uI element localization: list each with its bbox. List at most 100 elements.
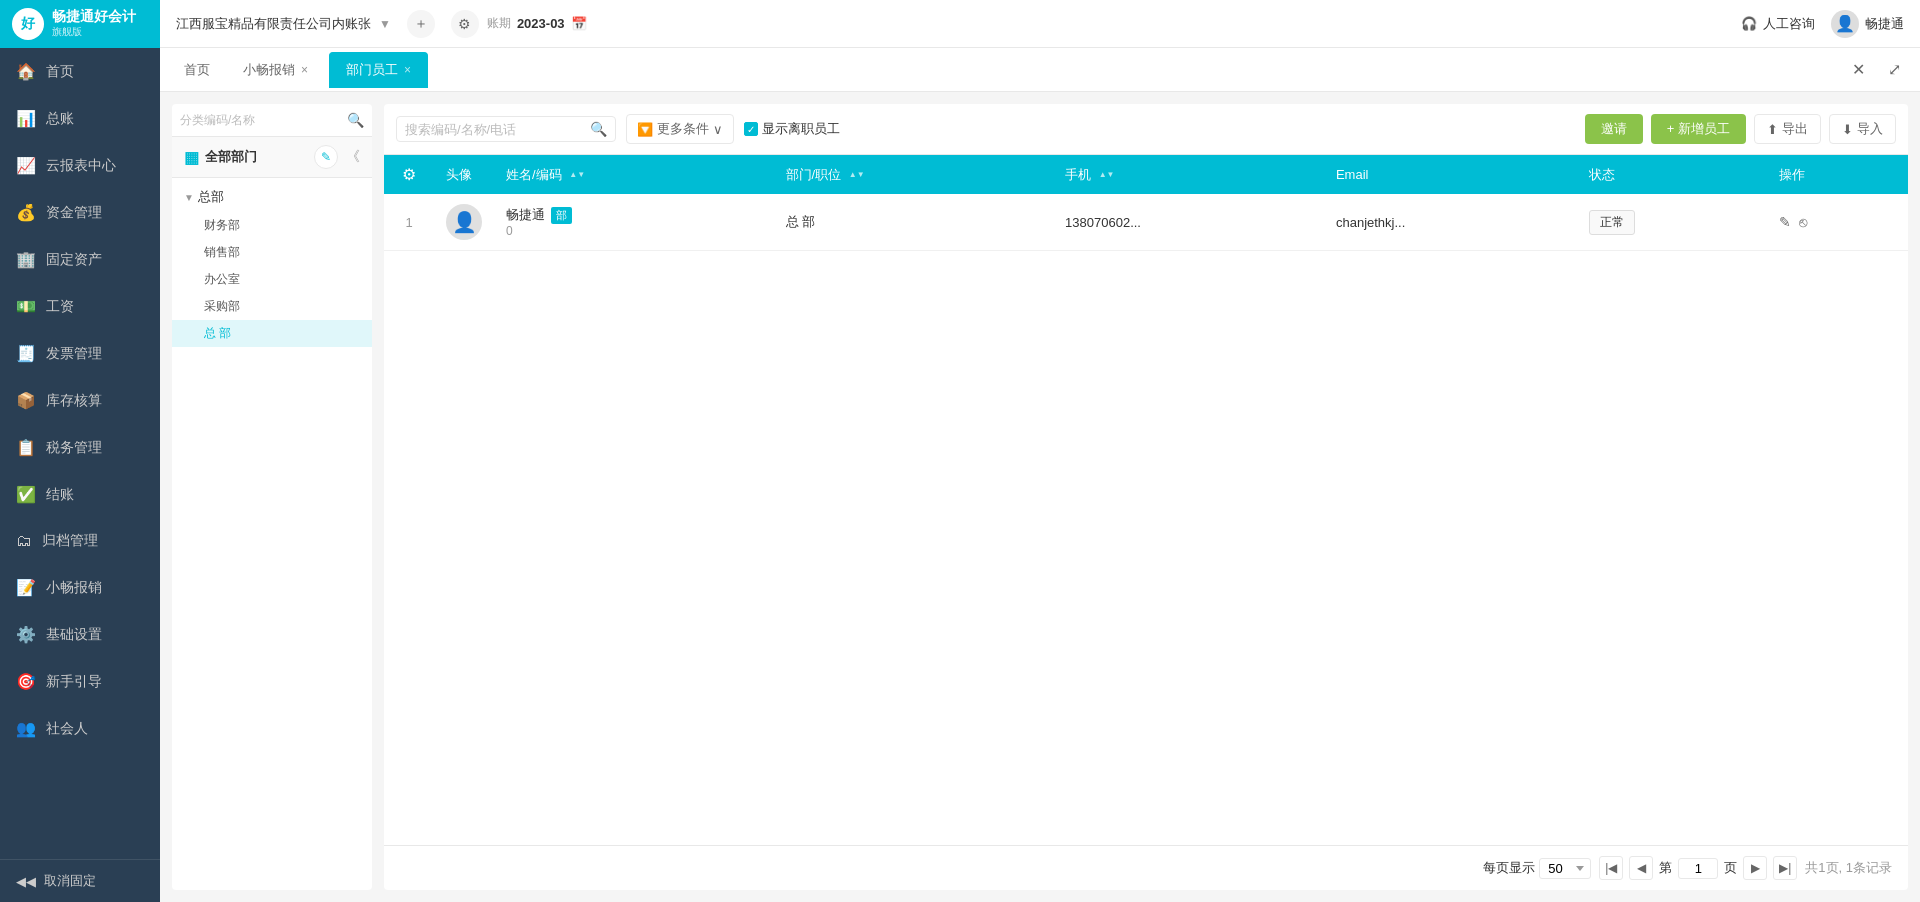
filter-icon: 🔽 [637,122,653,137]
col-name[interactable]: 姓名/编码 ▲▼ [494,155,774,194]
page-label: 第 [1659,859,1672,877]
logout-icon[interactable]: ⎋ [1799,214,1807,230]
settings-button[interactable]: ⚙ [451,10,479,38]
user-area[interactable]: 👤 畅捷通 [1831,10,1904,38]
export-button[interactable]: ⬆ 导出 [1754,114,1821,144]
sidebar-item-funds[interactable]: 💰 资金管理 [0,189,160,236]
company-name: 江西服宝精品有限责任公司内账张 [176,15,371,33]
sidebar-item-closing[interactable]: ✅ 结账 [0,471,160,518]
col-phone[interactable]: 手机 ▲▼ [1053,155,1324,194]
add-button[interactable]: ＋ [407,10,435,38]
page-number-input[interactable] [1678,858,1718,879]
dept-child-label: 总 部 [204,326,231,340]
dept-item-sales[interactable]: 销售部 [172,239,372,266]
tab-expense-close[interactable]: × [301,63,308,77]
tab-dept-close[interactable]: × [404,63,411,77]
sidebar-item-social[interactable]: 👥 社会人 [0,705,160,752]
import-label: 导入 [1857,120,1883,138]
header-right: 🎧 人工咨询 👤 畅捷通 [1741,10,1904,38]
dept-parent-label: 总部 [198,188,224,206]
salary-icon: 💵 [16,297,36,316]
col-settings[interactable]: ⚙ [384,155,434,194]
tab-expense[interactable]: 小畅报销 × [226,52,325,88]
sidebar-item-settings[interactable]: ⚙️ 基础设置 [0,611,160,658]
sort-name-icon: ▲▼ [569,171,585,179]
sidebar-item-inventory[interactable]: 📦 库存核算 [0,377,160,424]
show-resigned-area[interactable]: ✓ 显示离职员工 [744,120,840,138]
export-label: 导出 [1782,120,1808,138]
sidebar-pin-toggle[interactable]: ◀◀ 取消固定 [0,859,160,902]
show-resigned-checkbox[interactable]: ✓ [744,122,758,136]
sidebar-item-assets[interactable]: 🏢 固定资产 [0,236,160,283]
dept-item-finance[interactable]: 财务部 [172,212,372,239]
sidebar-item-label: 固定资产 [46,251,102,269]
dept-item-office[interactable]: 办公室 [172,266,372,293]
invite-button[interactable]: 邀请 [1585,114,1643,144]
sidebar-item-label: 工资 [46,298,74,316]
content-area: 首页 小畅报销 × 部门员工 × ✕ ⤢ 🔍 [160,48,1920,902]
sidebar-item-tax[interactable]: 📋 税务管理 [0,424,160,471]
dept-search: 🔍 [172,104,372,137]
dept-item-purchasing[interactable]: 采购部 [172,293,372,320]
sidebar-item-salary[interactable]: 💵 工资 [0,283,160,330]
sidebar-item-ledger[interactable]: 📊 总账 [0,95,160,142]
tax-icon: 📋 [16,438,36,457]
edit-icon[interactable]: ✎ [1779,214,1791,230]
dept-search-button[interactable]: 🔍 [347,112,364,128]
employee-code: 0 [506,224,762,238]
sidebar-item-guide[interactable]: 🎯 新手引导 [0,658,160,705]
headset-icon: 🎧 [1741,16,1757,31]
dept-add-button[interactable]: ✎ [314,145,338,169]
filter-button[interactable]: 🔽 更多条件 ∨ [626,114,734,144]
employee-search-button[interactable]: 🔍 [590,121,607,137]
employee-search-input[interactable] [405,122,584,137]
row-number: 1 [384,194,434,251]
tab-home-label: 首页 [184,61,210,79]
support-button[interactable]: 🎧 人工咨询 [1741,15,1815,33]
app-name: 畅捷通好会计 [52,8,136,25]
sidebar-item-invoice[interactable]: 🧾 发票管理 [0,330,160,377]
ledger-icon: 📊 [16,109,36,128]
support-label: 人工咨询 [1763,15,1815,33]
employee-avatar-cell: 👤 [434,194,494,251]
sidebar-item-label: 新手引导 [46,673,102,691]
period-value: 2023-03 [517,16,565,31]
dept-header: ▦ 全部部门 ✎ 《 [172,137,372,178]
dept-item-general[interactable]: 总 部 [172,320,372,347]
sidebar-item-archive[interactable]: 🗂 归档管理 [0,518,160,564]
dept-search-input[interactable] [180,113,343,127]
total-info: 共1页, 1条记录 [1805,859,1892,877]
prev-page-button[interactable]: ◀ [1629,856,1653,880]
dept-tree: ▼ 总部 财务部 销售部 办公室 采购部 [172,178,372,890]
dept-collapse-button[interactable]: 《 [346,148,360,166]
add-employee-button[interactable]: + 新增员工 [1651,114,1746,144]
guide-icon: 🎯 [16,672,36,691]
company-selector[interactable]: 江西服宝精品有限责任公司内账张 ▼ [176,15,391,33]
col-dept[interactable]: 部门/职位 ▲▼ [774,155,1054,194]
first-page-button[interactable]: |◀ [1599,856,1623,880]
dept-item-headquarters[interactable]: ▼ 总部 [172,182,372,212]
page-size-dropdown[interactable]: 50 20 100 [1539,858,1591,879]
sidebar-item-label: 归档管理 [42,532,98,550]
tab-dept-employee[interactable]: 部门员工 × [329,52,428,88]
logo-area: 好 畅捷通好会计 旗舰版 [0,0,160,48]
last-page-button[interactable]: ▶| [1773,856,1797,880]
dept-child-label: 办公室 [204,272,240,286]
sidebar-item-label: 结账 [46,486,74,504]
import-button[interactable]: ⬇ 导入 [1829,114,1896,144]
employee-dept-badge: 部 [551,207,572,224]
sidebar-item-reports[interactable]: 📈 云报表中心 [0,142,160,189]
next-page-button[interactable]: ▶ [1743,856,1767,880]
pin-icon: ◀◀ [16,874,36,889]
sidebar-item-home[interactable]: 🏠 首页 [0,48,160,95]
tab-expand[interactable]: ⤢ [1880,56,1908,84]
tab-close-window[interactable]: ✕ [1844,56,1872,84]
tab-home[interactable]: 首页 [172,52,222,88]
export-icon: ⬆ [1767,122,1778,137]
calendar-icon[interactable]: 📅 [571,16,587,31]
settings-icon[interactable]: ⚙ [402,166,416,183]
employee-table: ⚙ 头像 姓名/编码 ▲▼ 部门/职位 ▲▼ [384,155,1908,845]
employee-email: chanjethkj... [1324,194,1577,251]
company-dropdown-icon: ▼ [379,17,391,31]
sidebar-item-expense[interactable]: 📝 小畅报销 [0,564,160,611]
